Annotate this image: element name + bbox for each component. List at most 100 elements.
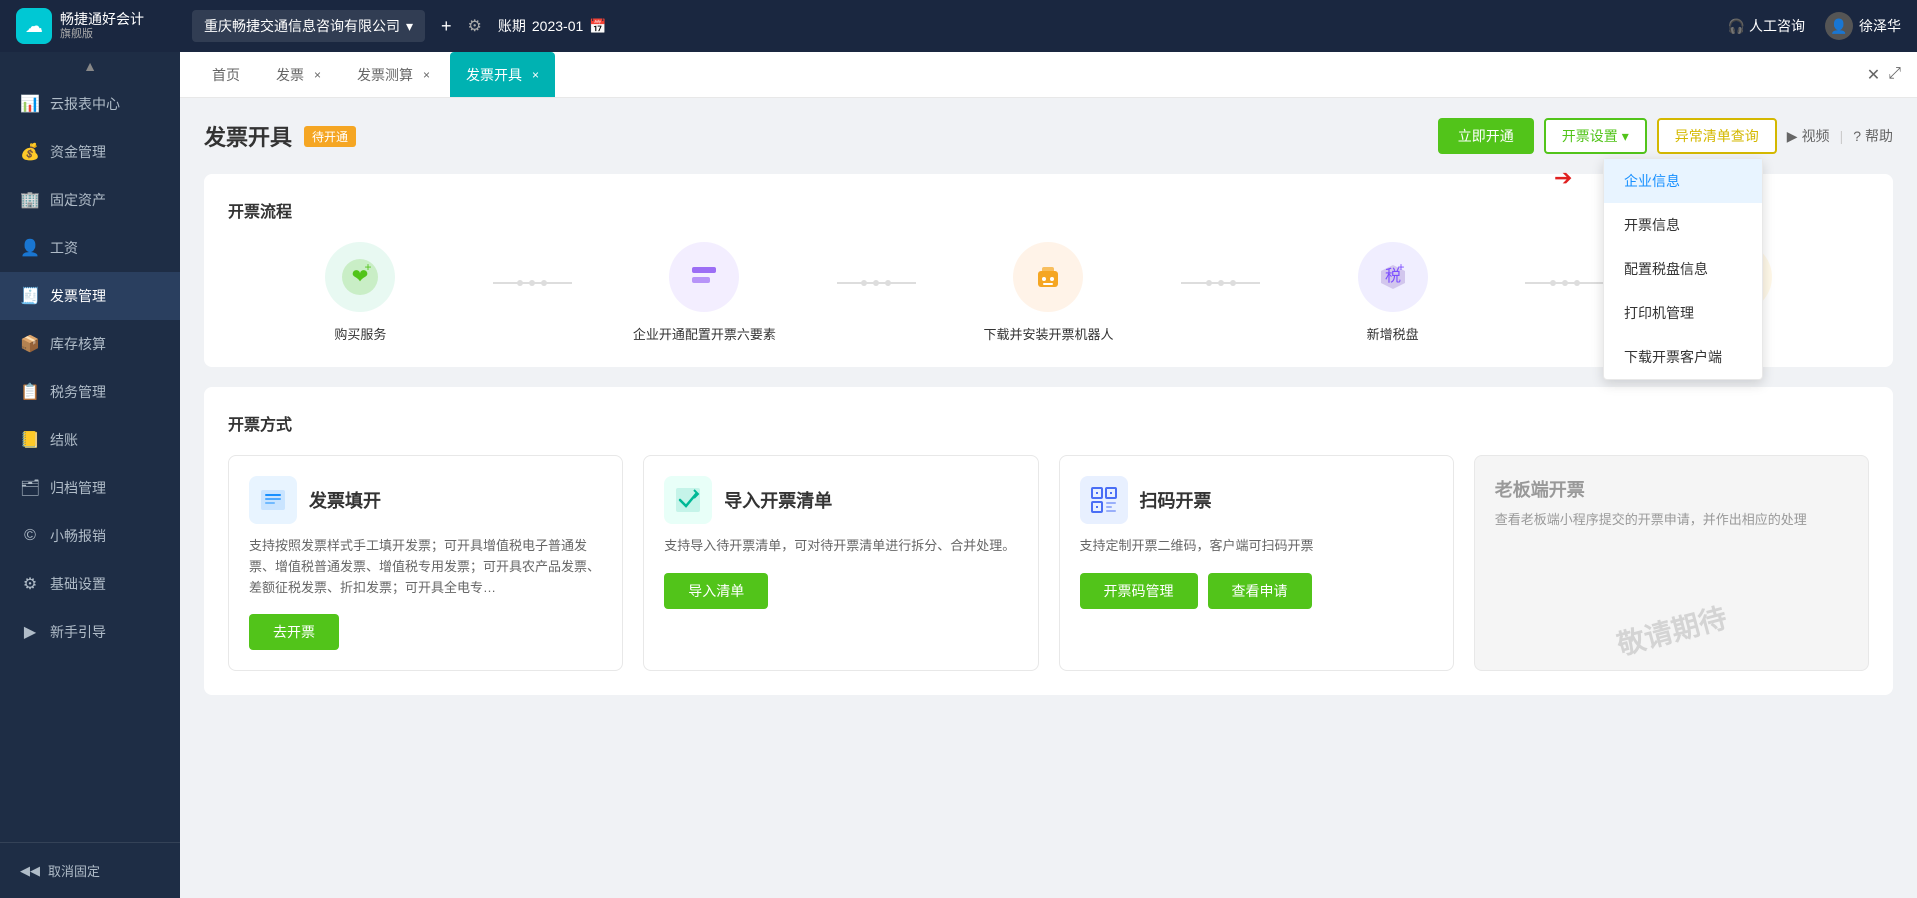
company-selector[interactable]: 重庆畅捷交通信息咨询有限公司 ▾ xyxy=(192,10,425,42)
step-connector-2 xyxy=(837,282,916,304)
page-title: 发票开具 xyxy=(204,120,292,152)
close-window-icon[interactable]: ✕ xyxy=(1867,65,1880,85)
dropdown-arrow-icon: ▾ xyxy=(1622,128,1629,145)
sidebar-item-jiezhang[interactable]: 📒 结账 xyxy=(0,416,180,464)
pin-icon: ◀◀ xyxy=(20,863,40,879)
method-card-boss: 老板端开票 查看老板端小程序提交的开票申请，并作出相应的处理 敬请期待 xyxy=(1474,455,1869,671)
header-actions: 🎧 人工咨询 👤 徐泽华 xyxy=(1728,12,1901,40)
import-list-icon xyxy=(664,476,712,524)
user-info[interactable]: 👤 徐泽华 xyxy=(1825,12,1901,40)
method-container: 开票方式 发票填开 支持按照发票样式手工填开发票；可开具增值税电子普通发票、增值… xyxy=(204,387,1893,695)
process-step-1: ❤+ 购买服务 xyxy=(228,242,493,343)
step-icon-download-robot xyxy=(1013,242,1083,312)
method-card-scan: 扫码开票 支持定制开票二维码，客户端可扫码开票 开票码管理 查看申请 xyxy=(1059,455,1454,671)
tab-fapiao-cesuan[interactable]: 发票测算 × xyxy=(341,52,446,97)
manual-fill-icon xyxy=(249,476,297,524)
sidebar-item-yunbao[interactable]: 📊 云报表中心 xyxy=(0,80,180,128)
status-badge: 待开通 xyxy=(304,126,356,147)
dropdown-item-tax-disk[interactable]: 配置税盘信息 xyxy=(1604,247,1762,291)
step-connector-4 xyxy=(1525,282,1604,304)
play-circle-icon: ▶ xyxy=(1787,128,1798,145)
sidebar-item-zijin[interactable]: 💰 资金管理 xyxy=(0,128,180,176)
logo-icon: ☁ xyxy=(16,8,52,44)
sidebar-item-xiaochangbao[interactable]: © 小畅报销 xyxy=(0,512,180,560)
tab-fapiao-kaiju[interactable]: 发票开具 × xyxy=(450,52,555,97)
expand-icon[interactable]: ⤢ xyxy=(1888,65,1901,85)
sidebar-item-guding[interactable]: 🏢 固定资产 xyxy=(0,176,180,224)
ledger-icon: 📒 xyxy=(20,430,40,450)
sidebar-item-gongzi[interactable]: 👤 工资 xyxy=(0,224,180,272)
chart-icon: 📊 xyxy=(20,94,40,114)
step-connector-1 xyxy=(493,282,572,304)
top-header: ☁ 畅捷通好会计 旗舰版 重庆畅捷交通信息咨询有限公司 ▾ + ⚙ 账期 202… xyxy=(0,0,1917,52)
video-button[interactable]: ▶ 视频 xyxy=(1787,126,1830,146)
box-icon: 📦 xyxy=(20,334,40,354)
gear-icon: ⚙ xyxy=(20,574,40,594)
header-buttons: 立即开通 开票设置 ▾ 异常清单查询 ▶ 视频 | ? 帮助 xyxy=(1438,118,1893,154)
qrcode-manage-button[interactable]: 开票码管理 xyxy=(1080,573,1198,609)
dropdown-item-invoice-info[interactable]: 开票信息 xyxy=(1604,203,1762,247)
tab-bar-actions: ✕ ⤢ xyxy=(1867,65,1901,85)
logo-text: 畅捷通好会计 旗舰版 xyxy=(60,11,144,41)
sidebar-bottom: ◀◀ 取消固定 xyxy=(0,842,180,898)
consult-button[interactable]: 🎧 人工咨询 xyxy=(1728,16,1805,36)
method-cards: 发票填开 支持按照发票样式手工填开发票；可开具增值税电子普通发票、增值税普通发票… xyxy=(228,455,1869,671)
sidebar-item-guidang[interactable]: 🗂 归档管理 xyxy=(0,464,180,512)
dropdown-item-printer[interactable]: 打印机管理 xyxy=(1604,291,1762,335)
person-icon: 👤 xyxy=(20,238,40,258)
import-list-button[interactable]: 导入清单 xyxy=(664,573,768,609)
cancel-pin-button[interactable]: ◀◀ 取消固定 xyxy=(0,851,180,890)
tab-home[interactable]: 首页 xyxy=(196,52,256,97)
svg-text:+: + xyxy=(1397,260,1404,274)
sidebar: ▲ 📊 云报表中心 💰 资金管理 🏢 固定资产 👤 工资 🧾 发票管理 📦 库存… xyxy=(0,52,180,898)
question-icon: ? xyxy=(1853,128,1861,144)
page-header: 发票开具 待开通 立即开通 开票设置 ▾ 异常清单查询 ▶ 视频 | xyxy=(204,118,1893,154)
play-icon: ▶ xyxy=(20,622,40,642)
add-button[interactable]: + xyxy=(441,16,452,37)
main-layout: ▲ 📊 云报表中心 💰 资金管理 🏢 固定资产 👤 工资 🧾 发票管理 📦 库存… xyxy=(0,52,1917,898)
copyright-icon: © xyxy=(20,527,40,545)
sidebar-item-fapiao[interactable]: 🧾 发票管理 xyxy=(0,272,180,320)
headphone-icon: 🎧 xyxy=(1728,18,1745,35)
chevron-down-icon: ▾ xyxy=(406,18,413,35)
help-button[interactable]: ? 帮助 xyxy=(1853,126,1893,146)
page-title-row: 发票开具 待开通 xyxy=(204,120,356,152)
method-card-header-1: 发票填开 xyxy=(249,476,602,524)
dropdown-item-company-info[interactable]: 企业信息 xyxy=(1604,159,1762,203)
step-icon-config-enterprise xyxy=(669,242,739,312)
tab-bar: 首页 发票 × 发票测算 × 发票开具 × ✕ ⤢ xyxy=(180,52,1917,98)
go-invoice-button[interactable]: 去开票 xyxy=(249,614,339,650)
step-connector-3 xyxy=(1181,282,1260,304)
dropdown-item-download-client[interactable]: 下载开票客户端 xyxy=(1604,335,1762,379)
tab-fapiao[interactable]: 发票 × xyxy=(260,52,337,97)
tab-close-fapiao[interactable]: × xyxy=(314,68,321,82)
abnormal-button[interactable]: 异常清单查询 xyxy=(1657,118,1777,154)
archive-icon: 🗂 xyxy=(20,478,40,498)
activate-button[interactable]: 立即开通 xyxy=(1438,118,1534,154)
settings-icon[interactable]: ⚙ xyxy=(468,16,482,36)
step-icon-add-tax-disk: 税+ xyxy=(1358,242,1428,312)
sidebar-scroll-up[interactable]: ▲ xyxy=(0,52,180,80)
sidebar-item-xinshouyin[interactable]: ▶ 新手引导 xyxy=(0,608,180,656)
process-step-3: 下载并安装开票机器人 xyxy=(916,242,1181,343)
content-area: 首页 发票 × 发票测算 × 发票开具 × ✕ ⤢ xyxy=(180,52,1917,898)
svg-text:+: + xyxy=(365,260,372,274)
tax-icon: 📋 xyxy=(20,382,40,402)
sidebar-item-shuiwu[interactable]: 📋 税务管理 xyxy=(0,368,180,416)
tab-close-cesuan[interactable]: × xyxy=(423,68,430,82)
method-card-import-list: 导入开票清单 支持导入待开票清单，可对待开票清单进行拆分、合并处理。 导入清单 xyxy=(643,455,1038,671)
method-title: 开票方式 xyxy=(228,411,1869,435)
tab-close-kaiju[interactable]: × xyxy=(532,68,539,82)
period-info: 账期 2023-01 📅 xyxy=(498,16,607,36)
page-content: 发票开具 待开通 立即开通 开票设置 ▾ 异常清单查询 ▶ 视频 | xyxy=(180,98,1917,898)
scan-icon xyxy=(1080,476,1128,524)
view-apply-button[interactable]: 查看申请 xyxy=(1208,573,1312,609)
sidebar-item-jichushezhi[interactable]: ⚙ 基础设置 xyxy=(0,560,180,608)
settings-button[interactable]: 开票设置 ▾ xyxy=(1544,118,1647,154)
sidebar-item-kucun[interactable]: 📦 库存核算 xyxy=(0,320,180,368)
invoice-icon: 🧾 xyxy=(20,286,40,306)
calendar-icon[interactable]: 📅 xyxy=(589,18,606,35)
process-step-2: 企业开通配置开票六要素 xyxy=(572,242,837,343)
step-icon-buy-service: ❤+ xyxy=(325,242,395,312)
logo-area: ☁ 畅捷通好会计 旗舰版 xyxy=(16,8,176,44)
